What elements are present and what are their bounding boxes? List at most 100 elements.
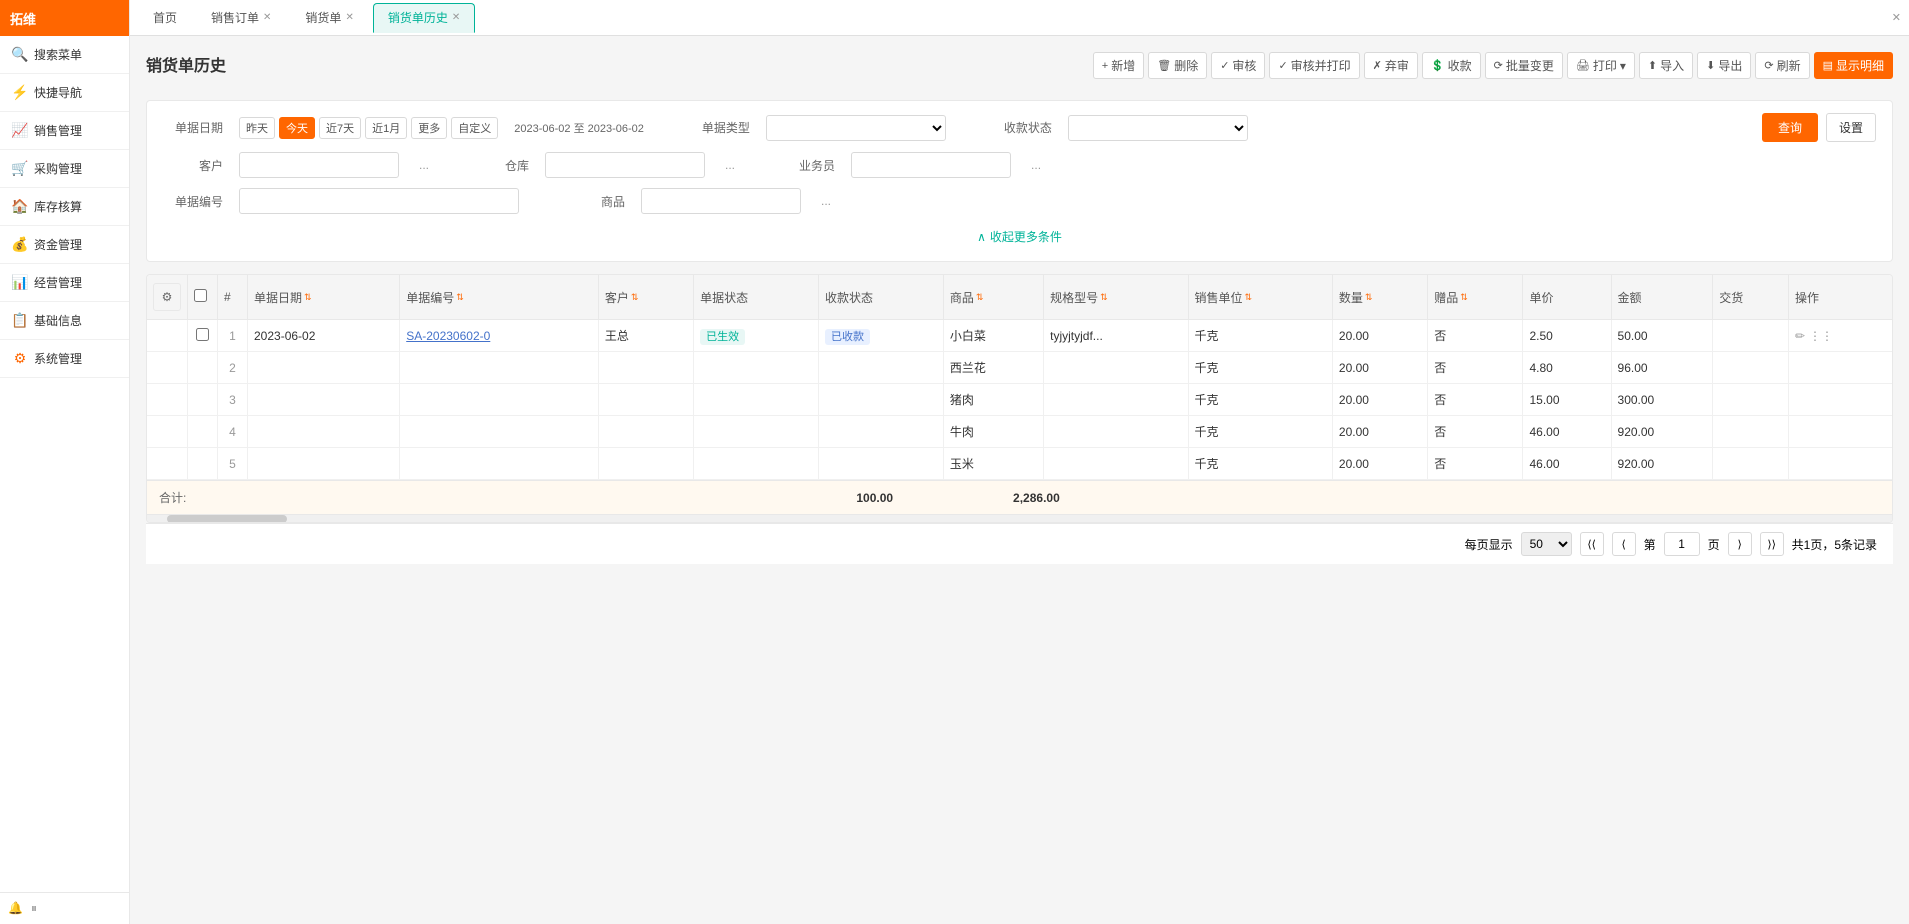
tab-close-sales-history[interactable]: ✕: [452, 12, 460, 23]
doc-type-select[interactable]: [766, 115, 946, 141]
goods-dots[interactable]: ...: [817, 192, 835, 210]
scrollbar-thumb[interactable]: [167, 515, 287, 523]
select-all-checkbox[interactable]: [194, 289, 207, 302]
th-doc-no[interactable]: 单据编号 ⇅: [400, 275, 599, 320]
row-doc-no: [400, 384, 599, 416]
date-label: 单据日期: [163, 119, 223, 136]
row-goods: 牛肉: [943, 416, 1043, 448]
sidebar-icon-1[interactable]: 🔔: [8, 901, 23, 916]
per-page-select[interactable]: 50 100 200: [1521, 532, 1572, 556]
th-doc-date[interactable]: 单据日期 ⇅: [248, 275, 400, 320]
payment-status-label: 收款状态: [992, 119, 1052, 136]
th-sales-unit[interactable]: 销售单位 ⇅: [1188, 275, 1332, 320]
th-goods[interactable]: 商品 ⇅: [943, 275, 1043, 320]
date-btn-yesterday[interactable]: 昨天: [239, 117, 275, 139]
row-gear-cell: [147, 384, 188, 416]
sidebar-item-sales-mgmt[interactable]: 📈 销售管理: [0, 112, 129, 150]
warehouse-input[interactable]: [545, 152, 705, 178]
sidebar-icon-2[interactable]: ⏸: [31, 901, 37, 916]
sort-icon-sales-unit: ⇅: [1245, 292, 1253, 303]
search-icon: 🔍: [12, 47, 28, 63]
batch-change-button[interactable]: ⟳ 批量变更: [1485, 52, 1563, 79]
refresh-button[interactable]: ⟳ 刷新: [1755, 52, 1809, 79]
export-icon: ⬇: [1706, 59, 1715, 72]
row-check-cell: [188, 320, 218, 352]
sidebar-item-purchase-mgmt[interactable]: 🛒 采购管理: [0, 150, 129, 188]
horizontal-scrollbar[interactable]: [147, 514, 1892, 522]
sidebar-item-operations[interactable]: 📊 经营管理: [0, 264, 129, 302]
row-doc-status: [694, 384, 819, 416]
tabs-bar: 首页 销售订单 ✕ 销货单 ✕ 销货单历史 ✕ ✕: [130, 0, 1909, 36]
sidebar-item-basic-info[interactable]: 📋 基础信息: [0, 302, 129, 340]
row-checkbox[interactable]: [196, 328, 209, 341]
sidebar-item-inventory[interactable]: 🏠 库存核算: [0, 188, 129, 226]
show-details-button[interactable]: ▤ 显示明细: [1814, 52, 1893, 79]
goods-input[interactable]: [641, 188, 801, 214]
customer-dots[interactable]: ...: [415, 156, 433, 174]
th-spec[interactable]: 规格型号 ⇅: [1044, 275, 1188, 320]
date-range-display: 2023-06-02 至 2023-06-02: [514, 120, 644, 136]
sidebar-item-sys-mgmt[interactable]: ⚙ 系统管理: [0, 340, 129, 378]
row-doc-date: 2023-06-02: [248, 320, 400, 352]
sidebar-item-quick-nav[interactable]: ⚡ 快捷导航: [0, 74, 129, 112]
query-button[interactable]: 查询: [1762, 113, 1818, 142]
customer-input[interactable]: [239, 152, 399, 178]
sort-icon-customer: ⇅: [631, 292, 639, 303]
delete-button[interactable]: 🗑 删除: [1148, 52, 1207, 79]
audit-print-button[interactable]: ✓ 审核并打印: [1269, 52, 1359, 79]
close-all-icon[interactable]: ✕: [1892, 11, 1901, 24]
tab-home[interactable]: 首页: [138, 3, 192, 33]
audit-button[interactable]: ✓ 审核: [1211, 52, 1265, 79]
date-btn-7days[interactable]: 近7天: [319, 117, 361, 139]
money-icon: 💰: [12, 237, 28, 253]
add-button[interactable]: + 新增: [1093, 52, 1144, 79]
row-spec: [1044, 416, 1188, 448]
th-gift[interactable]: 赠品 ⇅: [1428, 275, 1523, 320]
filter-section: 单据日期 昨天 今天 近7天 近1月 更多 自定义 2023-06-02 至 2…: [146, 100, 1893, 262]
table-gear-button[interactable]: ⚙: [153, 283, 181, 311]
doc-no-link[interactable]: SA-20230602-0: [406, 329, 490, 343]
tab-sales-order[interactable]: 销售订单 ✕: [196, 3, 286, 33]
date-btn-more[interactable]: 更多: [411, 117, 447, 139]
page-input[interactable]: [1664, 532, 1700, 556]
warehouse-dots[interactable]: ...: [721, 156, 739, 174]
row-more-icon[interactable]: ⋮⋮: [1809, 329, 1833, 343]
tab-close-sales-order[interactable]: ✕: [263, 12, 271, 23]
first-page-button[interactable]: ⟨⟨: [1580, 532, 1604, 556]
th-unit-price: 单价: [1523, 275, 1611, 320]
staff-dots[interactable]: ...: [1027, 156, 1045, 174]
row-edit-icon[interactable]: ✏: [1795, 329, 1805, 343]
payment-status-select[interactable]: [1068, 115, 1248, 141]
date-btn-today[interactable]: 今天: [279, 117, 315, 139]
row-customer: [598, 448, 693, 480]
export-button[interactable]: ⬇ 导出: [1697, 52, 1751, 79]
th-customer[interactable]: 客户 ⇅: [598, 275, 693, 320]
row-payment-status: 已收款: [818, 320, 943, 352]
tab-sales-history[interactable]: 销货单历史 ✕: [373, 3, 475, 33]
collect-button[interactable]: 💲 收款: [1422, 52, 1481, 79]
th-quantity[interactable]: 数量 ⇅: [1332, 275, 1427, 320]
prev-page-button[interactable]: ⟨: [1612, 532, 1636, 556]
row-quantity: 20.00: [1332, 352, 1427, 384]
sidebar-item-search-menu[interactable]: 🔍 搜索菜单: [0, 36, 129, 74]
row-doc-status: 已生效: [694, 320, 819, 352]
next-page-button[interactable]: ⟩: [1728, 532, 1752, 556]
print-button[interactable]: 🖨 打印 ▾: [1567, 52, 1635, 79]
sidebar-item-finance[interactable]: 💰 资金管理: [0, 226, 129, 264]
filter-settings-button[interactable]: 设置: [1826, 113, 1876, 142]
date-btn-custom[interactable]: 自定义: [451, 117, 498, 139]
row-gear-cell: [147, 416, 188, 448]
collect-icon: 💲: [1431, 59, 1445, 72]
tab-close-sales-goods[interactable]: ✕: [345, 12, 353, 23]
abandon-button[interactable]: ✗ 弃审: [1364, 52, 1418, 79]
row-gift: 否: [1428, 352, 1523, 384]
last-page-button[interactable]: ⟩⟩: [1760, 532, 1784, 556]
doc-no-input[interactable]: [239, 188, 519, 214]
row-spec: [1044, 448, 1188, 480]
staff-input[interactable]: [851, 152, 1011, 178]
import-button[interactable]: ⬆ 导入: [1639, 52, 1693, 79]
collapse-button[interactable]: ∧ 收起更多条件: [163, 224, 1876, 249]
tab-sales-goods[interactable]: 销货单 ✕: [290, 3, 368, 33]
content-header: 销货单历史 + 新增 🗑 删除 ✓ 审核 ✓ 审核并打印: [146, 52, 1893, 88]
date-btn-1month[interactable]: 近1月: [365, 117, 407, 139]
